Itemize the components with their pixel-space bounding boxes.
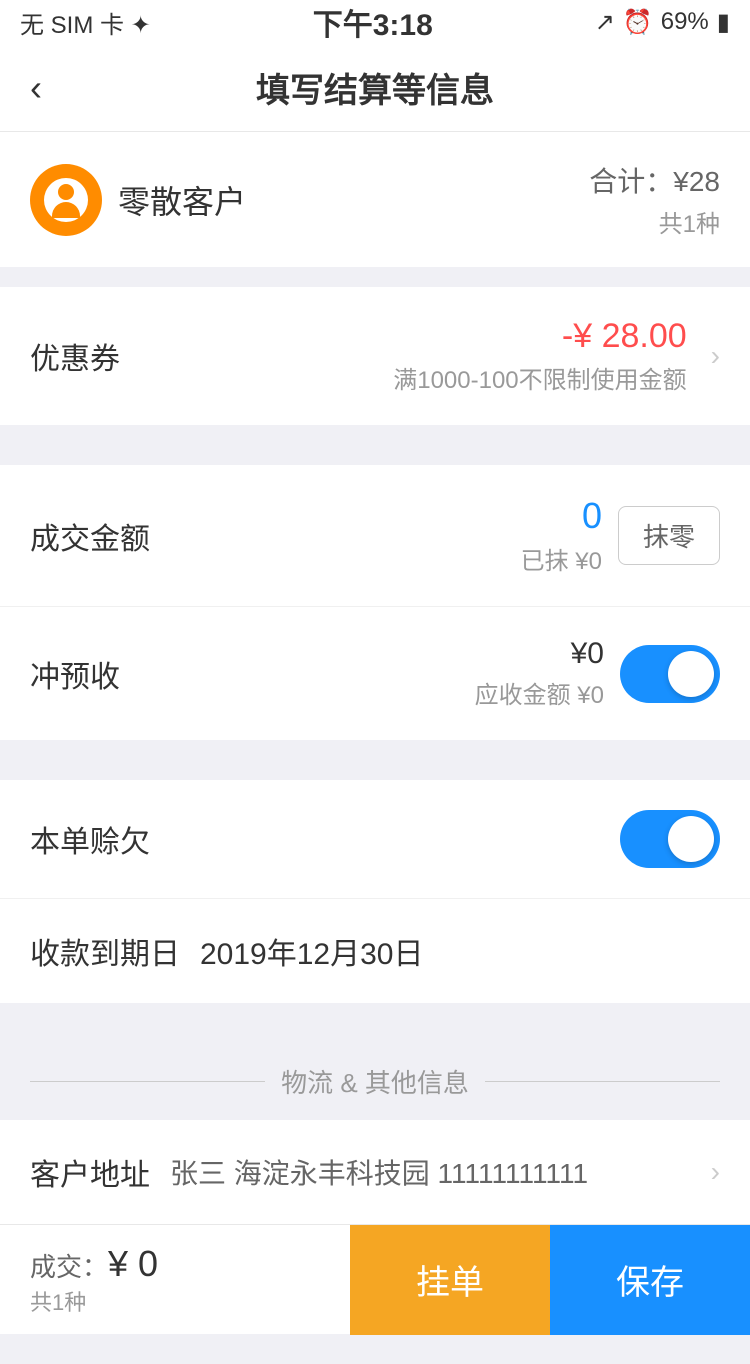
address-chevron: › <box>711 1156 720 1188</box>
customer-count: 共1种 <box>589 204 720 239</box>
credit-toggle[interactable] <box>620 810 720 868</box>
logistics-divider: 物流 & 其他信息 <box>0 1043 750 1120</box>
status-right: ↗ ⏰ 69% ▮ <box>595 8 730 37</box>
deal-amount-row: 成交金额 0 已抹 ¥0 抹零 <box>0 465 750 607</box>
coupon-chevron: › <box>711 340 720 372</box>
address-row[interactable]: 客户地址 张三 海淀永丰科技园 11111111111 › <box>0 1120 750 1224</box>
prepayment-col: ¥0 应收金额 ¥0 <box>475 637 604 710</box>
coupon-section: 优惠券 -¥ 28.00 满1000-100不限制使用金额 › <box>0 287 750 425</box>
logistics-line-left <box>30 1081 265 1082</box>
amount-section: 成交金额 0 已抹 ¥0 抹零 冲预收 ¥0 应收金额 ¥0 <box>0 465 750 740</box>
coupon-discount: -¥ 28.00 <box>393 317 686 356</box>
customer-left: 零散客户 <box>30 164 246 236</box>
divider-1 <box>0 445 750 465</box>
credit-toggle-circle <box>668 816 714 862</box>
customer-name: 零散客户 <box>118 177 246 223</box>
bottom-amount: ¥ 0 <box>108 1243 158 1284</box>
sim-status: 无 SIM 卡 ✦ <box>20 5 151 40</box>
coupon-value-col: -¥ 28.00 满1000-100不限制使用金额 <box>393 317 686 395</box>
status-time: 下午3:18 <box>313 0 433 44</box>
divider-3 <box>0 1023 750 1043</box>
address-value: 张三 海淀永丰科技园 11111111111 <box>170 1152 703 1192</box>
prepayment-right: ¥0 应收金额 ¥0 <box>475 637 720 710</box>
back-button[interactable]: ‹ <box>30 67 42 109</box>
credit-label: 本单赊欠 <box>30 817 150 861</box>
battery-level: 69% <box>661 8 709 36</box>
battery-icon: ▮ <box>717 8 730 37</box>
deal-amount-value[interactable]: 0 <box>521 495 602 537</box>
coupon-sub: 满1000-100不限制使用金额 <box>393 360 686 395</box>
round-zero-button[interactable]: 抹零 <box>618 506 720 565</box>
location-icon: ↗ <box>595 8 615 37</box>
prepayment-sub: 应收金额 ¥0 <box>475 675 604 710</box>
prepayment-toggle[interactable] <box>620 645 720 703</box>
logistics-line-right <box>485 1081 720 1082</box>
coupon-right: -¥ 28.00 满1000-100不限制使用金额 › <box>393 317 720 395</box>
toggle-circle <box>668 651 714 697</box>
coupon-row[interactable]: 优惠券 -¥ 28.00 满1000-100不限制使用金额 › <box>0 287 750 425</box>
prepayment-amount: ¥0 <box>475 637 604 671</box>
due-date-row: 收款到期日 2019年12月30日 <box>0 899 750 1003</box>
status-left: 无 SIM 卡 ✦ <box>20 5 151 40</box>
deal-amount-col: 0 已抹 ¥0 <box>521 495 602 576</box>
customer-right: 合计：¥28 共1种 <box>589 160 720 239</box>
alarm-icon: ⏰ <box>623 8 653 37</box>
save-button-label: 保存 <box>616 1255 684 1304</box>
credit-right <box>620 810 720 868</box>
address-section: 客户地址 张三 海淀永丰科技园 11111111111 › <box>0 1120 750 1224</box>
bottom-count: 共1种 <box>30 1285 320 1317</box>
save-button[interactable]: 保存 <box>550 1225 750 1335</box>
prepayment-label: 冲预收 <box>30 652 120 696</box>
customer-total: 合计：¥28 <box>589 160 720 200</box>
page-title: 填写结算等信息 <box>256 63 494 112</box>
deal-amount-sub: 已抹 ¥0 <box>521 541 602 576</box>
bottom-info: 成交：¥ 0 共1种 <box>0 1243 350 1317</box>
address-label: 客户地址 <box>30 1150 150 1194</box>
nav-bar: ‹ 填写结算等信息 <box>0 44 750 132</box>
avatar-icon <box>44 178 88 222</box>
credit-row: 本单赊欠 <box>0 780 750 899</box>
avatar <box>30 164 102 236</box>
customer-row[interactable]: 零散客户 合计：¥28 共1种 <box>0 132 750 267</box>
deal-amount-label: 成交金额 <box>30 514 150 558</box>
due-date-label: 收款到期日 <box>30 929 180 973</box>
bottom-deal-label: 成交： <box>30 1252 108 1282</box>
divider-2 <box>0 760 750 780</box>
bottom-bar: 成交：¥ 0 共1种 挂单 保存 <box>0 1224 750 1334</box>
deal-amount-right: 0 已抹 ¥0 抹零 <box>521 495 720 576</box>
content-area: 零散客户 合计：¥28 共1种 优惠券 -¥ 28.00 满1000-100不限… <box>0 132 750 1364</box>
prepayment-row: 冲预收 ¥0 应收金额 ¥0 <box>0 607 750 740</box>
due-date-value[interactable]: 2019年12月30日 <box>200 929 423 973</box>
pending-button-label: 挂单 <box>416 1255 484 1304</box>
logistics-text: 物流 & 其他信息 <box>281 1063 469 1100</box>
pending-button[interactable]: 挂单 <box>350 1225 550 1335</box>
status-bar: 无 SIM 卡 ✦ 下午3:18 ↗ ⏰ 69% ▮ <box>0 0 750 44</box>
coupon-label: 优惠券 <box>30 334 120 378</box>
credit-section: 本单赊欠 收款到期日 2019年12月30日 <box>0 780 750 1003</box>
